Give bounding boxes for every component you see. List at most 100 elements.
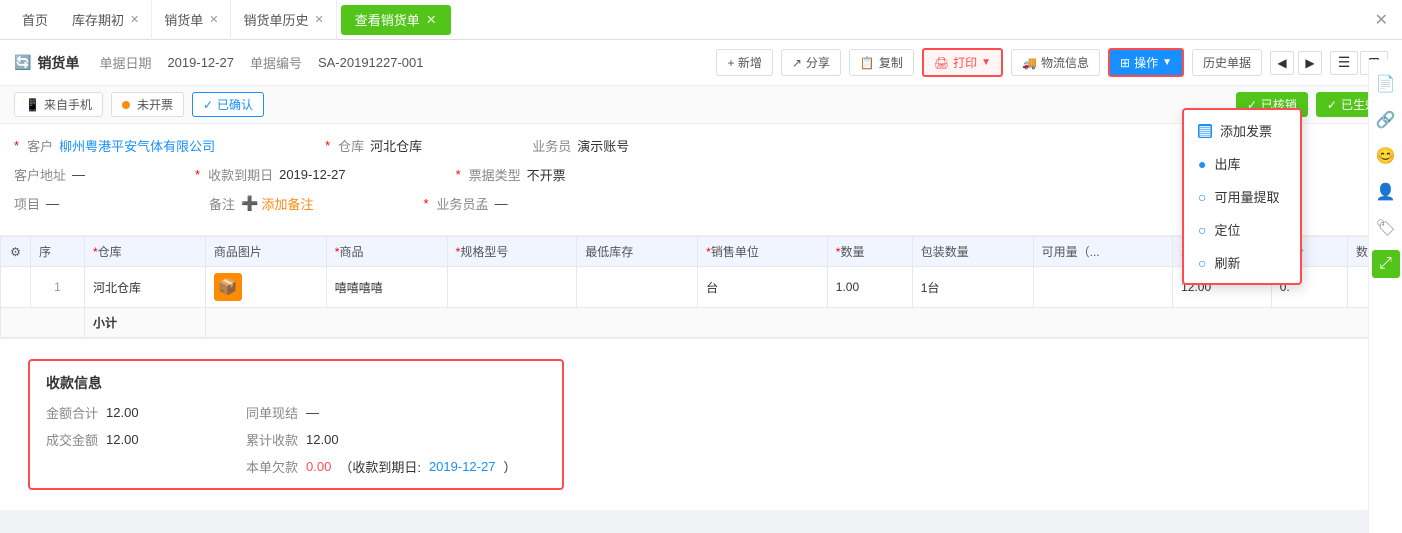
copy-button[interactable]: 📋 复制 bbox=[849, 49, 914, 76]
staff-field: 业务员 演示账号 bbox=[532, 136, 629, 155]
row-warehouse: 河北仓库 bbox=[84, 267, 205, 308]
payment-title: 收款信息 bbox=[46, 373, 546, 393]
locate-item[interactable]: ○ 定位 bbox=[1184, 213, 1300, 246]
operate-button[interactable]: ⊞ 操作 ▼ bbox=[1108, 48, 1184, 77]
col-spec: *规格型号 bbox=[447, 237, 577, 267]
col-warehouse: *仓库 bbox=[84, 237, 205, 267]
close-view-sales[interactable]: ✕ bbox=[426, 12, 437, 28]
row-img: 📦 bbox=[205, 267, 326, 308]
add-invoice-icon: ▦ bbox=[1198, 124, 1212, 138]
warehouse-value: 河北仓库 bbox=[370, 136, 422, 155]
outbound-icon: ● bbox=[1198, 156, 1206, 172]
col-pkg-qty: 包装数量 bbox=[912, 237, 1033, 267]
tab-inventory-init[interactable]: 库存期初 ✕ bbox=[60, 0, 152, 40]
address-field: 客户地址 — bbox=[14, 165, 85, 184]
history-button[interactable]: 历史单据 bbox=[1192, 49, 1262, 76]
col-qty: *数量 bbox=[827, 237, 912, 267]
refresh-icon: ○ bbox=[1198, 255, 1206, 271]
row-num: 1 bbox=[31, 267, 85, 308]
sidebar-expand-icon[interactable]: ⤢ bbox=[1372, 250, 1400, 278]
close-inventory-init[interactable]: ✕ bbox=[130, 13, 139, 26]
col-gear: ⚙ bbox=[1, 237, 31, 267]
address-value: — bbox=[72, 167, 85, 182]
product-image: 📦 bbox=[214, 273, 242, 301]
project-field: 项目 — bbox=[14, 194, 59, 213]
outbound-item[interactable]: ● 出库 bbox=[1184, 147, 1300, 180]
row-pkg-qty: 1台 bbox=[912, 267, 1033, 308]
share-button[interactable]: ↗ 分享 bbox=[781, 49, 841, 76]
number-value: SA-20191227-001 bbox=[318, 55, 424, 70]
add-note-icon: ➕ bbox=[241, 195, 258, 212]
sub-actions-left: 📱 来自手机 未开票 ✓ 已确认 bbox=[14, 92, 264, 117]
payment-date-field: * 收款到期日 2019-12-27 bbox=[195, 165, 346, 184]
project-value: — bbox=[46, 196, 59, 211]
copy-icon: 📋 bbox=[860, 56, 875, 70]
row-product: 嘻嘻嘻嘻 bbox=[326, 267, 447, 308]
row-available bbox=[1033, 267, 1173, 308]
operate-icon: ⊞ bbox=[1120, 56, 1130, 70]
not-open-dot bbox=[122, 101, 130, 109]
tab-sales-order[interactable]: 销货单 ✕ bbox=[152, 0, 231, 40]
operate-dropdown-menu: ▦ 添加发票 ● 出库 ○ 可用量提取 ○ 定位 ○ 刷新 bbox=[1182, 108, 1302, 285]
ticket-type-value: 不开票 bbox=[527, 165, 566, 184]
sidebar-doc-icon[interactable]: 📄 bbox=[1372, 70, 1400, 98]
number-label: 单据编号 bbox=[250, 53, 302, 72]
logistics-button[interactable]: 🚚 物流信息 bbox=[1011, 49, 1100, 76]
row-unit: 台 bbox=[698, 267, 828, 308]
from-phone-button[interactable]: 📱 来自手机 bbox=[14, 92, 103, 117]
col-img: 商品图片 bbox=[205, 237, 326, 267]
phone-icon: 📱 bbox=[25, 98, 40, 112]
add-invoice-item[interactable]: ▦ 添加发票 bbox=[1184, 114, 1300, 147]
doc-header: 🔄 销货单 单据日期 2019-12-27 单据编号 SA-20191227-0… bbox=[0, 40, 1402, 86]
confirm-icon: ✓ bbox=[203, 98, 213, 112]
confirm-button[interactable]: ✓ 已确认 bbox=[192, 92, 264, 117]
amount-value: 12.00 bbox=[106, 405, 139, 420]
tab-sales-history[interactable]: 销货单历史 ✕ bbox=[231, 0, 336, 40]
list-view-button[interactable]: ☰ bbox=[1330, 51, 1358, 75]
print-button[interactable]: 🖨 打印 ▼ bbox=[922, 48, 1003, 77]
col-min-stock: 最低库存 bbox=[577, 237, 698, 267]
sidebar-tag-icon[interactable]: 🏷 bbox=[1372, 214, 1400, 242]
col-product: *商品 bbox=[326, 237, 447, 267]
warehouse-field: * 仓库 河北仓库 bbox=[325, 136, 422, 155]
doc-icon: 🔄 bbox=[14, 54, 31, 71]
payment-date-value: 2019-12-27 bbox=[279, 167, 346, 182]
not-open-button[interactable]: 未开票 bbox=[111, 92, 184, 117]
date-value: 2019-12-27 bbox=[167, 55, 234, 70]
col-available: 可用量（... bbox=[1033, 237, 1173, 267]
available-fetch-item[interactable]: ○ 可用量提取 bbox=[1184, 180, 1300, 213]
cumulative-value: 12.00 bbox=[306, 432, 339, 447]
nav-arrows: ◀ ▶ bbox=[1270, 51, 1322, 75]
payment-row-same-order: 同单现结 — bbox=[246, 403, 546, 422]
sidebar-link-icon[interactable]: 🔗 bbox=[1372, 106, 1400, 134]
sidebar-user-icon[interactable]: 👤 bbox=[1372, 178, 1400, 206]
refresh-item[interactable]: ○ 刷新 bbox=[1184, 246, 1300, 279]
tab-home[interactable]: 首页 bbox=[10, 10, 60, 29]
due-date: 2019-12-27 bbox=[429, 459, 496, 474]
new-button[interactable]: + 新增 bbox=[716, 49, 772, 76]
col-num: 序 bbox=[31, 237, 85, 267]
payment-row-cumulative: 累计收款 12.00 bbox=[246, 430, 546, 449]
effective-icon: ✓ bbox=[1327, 98, 1337, 112]
customer-value[interactable]: 柳州粤港平安气体有限公司 bbox=[59, 136, 215, 155]
operate-dropdown-icon: ▼ bbox=[1162, 57, 1172, 68]
deal-amount-value: 12.00 bbox=[106, 432, 139, 447]
close-sales-history[interactable]: ✕ bbox=[315, 13, 324, 26]
customer-field: * 客户 柳州粤港平安气体有限公司 bbox=[14, 136, 215, 155]
payment-row-owed: 本单欠款 0.00 （收款到期日: 2019-12-27 ） bbox=[246, 457, 546, 476]
tab-view-sales[interactable]: 查看销货单 ✕ bbox=[341, 5, 451, 35]
payment-row-deal: 成交金额 12.00 bbox=[46, 430, 246, 449]
doc-meta: 单据日期 2019-12-27 单据编号 SA-20191227-001 bbox=[99, 53, 716, 72]
share-icon: ↗ bbox=[792, 56, 802, 70]
available-fetch-icon: ○ bbox=[1198, 189, 1206, 205]
subtotal-label: 小计 bbox=[84, 308, 205, 338]
tab-bar: 首页 库存期初 ✕ 销货单 ✕ 销货单历史 ✕ 查看销货单 ✕ ✕ bbox=[0, 0, 1402, 40]
close-sales-order[interactable]: ✕ bbox=[209, 13, 218, 26]
prev-button[interactable]: ◀ bbox=[1270, 51, 1294, 75]
add-note-button[interactable]: ➕ 添加备注 bbox=[241, 194, 313, 213]
next-button[interactable]: ▶ bbox=[1298, 51, 1322, 75]
sidebar-smile-icon[interactable]: 😊 bbox=[1372, 142, 1400, 170]
window-close-button[interactable]: ✕ bbox=[1375, 10, 1388, 30]
payment-row-owed-placeholder bbox=[46, 457, 246, 476]
print-icon: 🖨 bbox=[934, 56, 949, 70]
